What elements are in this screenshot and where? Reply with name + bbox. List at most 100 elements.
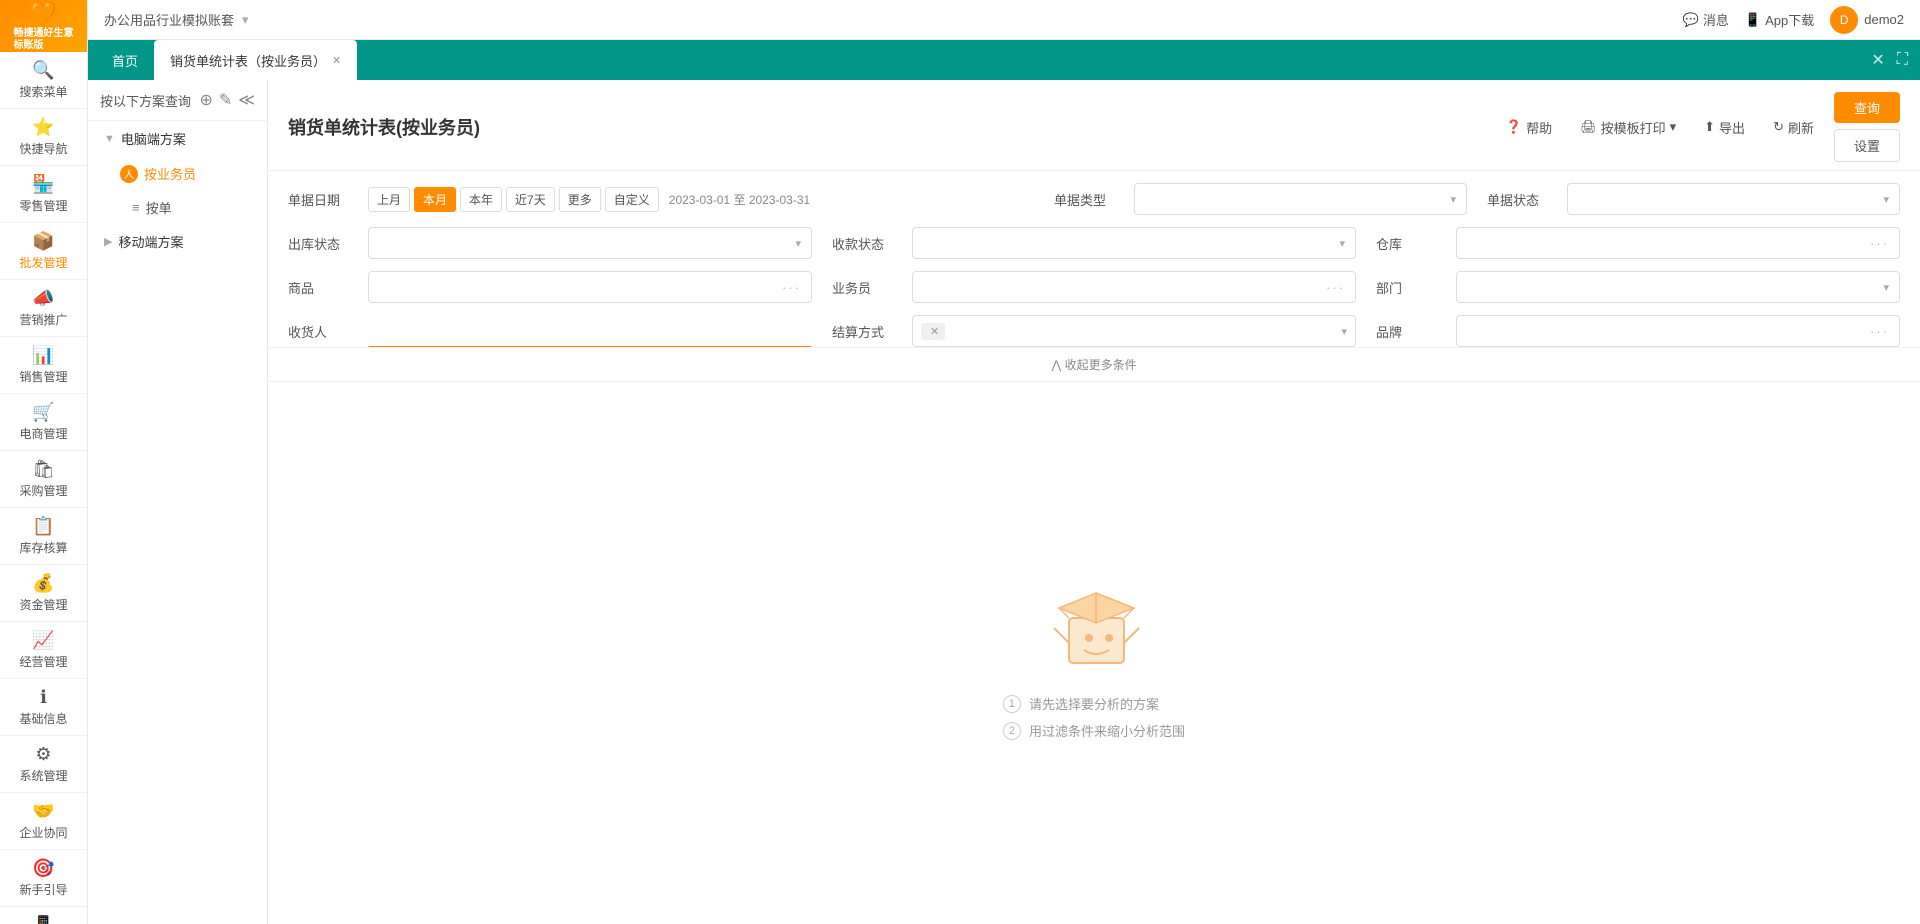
sidebar-item-company[interactable]: 🤝 企业协同: [0, 793, 88, 850]
logo-text: 畅捷通好生意 标账版: [14, 28, 74, 52]
department-chevron-icon: ▾: [1883, 281, 1889, 294]
sidebar-item-business[interactable]: 📈 经营管理: [0, 622, 88, 679]
order-item-label: 按单: [146, 198, 172, 217]
sidebar-item-finance[interactable]: 💰 资金管理: [0, 565, 88, 622]
sidebar-item-search[interactable]: 🔍 搜索菜单: [0, 52, 88, 109]
page-title-bar: 销货单统计表(按业务员) ❓ 帮助 🖨 按模板打印 ▾ ⬆ 导出: [268, 80, 1920, 171]
settings-button[interactable]: 设置: [1834, 129, 1900, 162]
sidebar-item-newbie[interactable]: 🎯 新手引导: [0, 850, 88, 907]
left-panel-title: 按以下方案查询: [100, 91, 191, 110]
receiver-input[interactable]: [368, 315, 812, 347]
filter-row-4: 收货人 结算方式 ✕ ▾: [288, 315, 1900, 347]
sidebar-item-wholesale[interactable]: 📦 批发管理: [0, 223, 88, 280]
print-dropdown-icon: ▾: [1670, 119, 1677, 135]
goods-select[interactable]: ···: [368, 271, 812, 303]
sidebar-item-ecommerce[interactable]: 🛒 电商管理: [0, 394, 88, 451]
tab-close-icon[interactable]: ✕: [332, 54, 341, 67]
tab-sales-stat[interactable]: 销货单统计表（按业务员） ✕: [154, 40, 357, 80]
sales-icon: 📊: [4, 345, 84, 366]
folder-label: 电脑端方案: [121, 129, 186, 148]
home-tab-label: 首页: [112, 51, 138, 70]
tree-folder-mobile[interactable]: ▶ 移动端方案: [88, 224, 267, 259]
export-button[interactable]: ⬆ 导出: [1696, 114, 1753, 141]
help-button[interactable]: ❓ 帮助: [1498, 114, 1560, 141]
sidebar-item-appcenter[interactable]: 📱 应用中心: [0, 907, 88, 924]
purchase-icon: 🛍: [4, 459, 84, 480]
settlement-tag-close-icon[interactable]: ✕: [930, 325, 939, 338]
basic-icon: ℹ: [4, 687, 84, 708]
system-icon: ⚙: [4, 744, 84, 765]
empty-state: 1 请先选择要分析的方案 2 用过滤条件来缩小分析范围: [268, 382, 1920, 924]
sidebar-item-inventory[interactable]: 📋 库存核算: [0, 508, 88, 565]
edit-scheme-button[interactable]: ✎: [219, 90, 232, 110]
filter-section: 单据日期 上月 本月 本年 近7天 更多 自定义 2023-03-01 至 20…: [268, 171, 1920, 382]
date-label: 单据日期: [288, 190, 368, 209]
order-item-icon: ≡: [132, 200, 140, 215]
more-btn[interactable]: 更多: [559, 187, 601, 212]
help-icon: ❓: [1506, 119, 1522, 135]
tree-item-by-salesperson[interactable]: 人 按业务员: [88, 156, 267, 191]
template-print-button[interactable]: 🖨 按模板打印 ▾: [1572, 114, 1684, 141]
warehouse-select[interactable]: ···: [1456, 227, 1900, 259]
filter-row-2: 出库状态 ▾ 收款状态 ▾: [288, 227, 1900, 259]
salesperson-control: ···: [912, 271, 1356, 303]
date-buttons: 上月 本月 本年 近7天 更多 自定义: [368, 187, 659, 212]
brand-select[interactable]: ···: [1456, 315, 1900, 347]
refresh-button[interactable]: ↻ 刷新: [1765, 114, 1822, 141]
settlement-tag: ✕: [921, 323, 945, 340]
appcenter-icon: 📱: [4, 915, 84, 924]
tab-home[interactable]: 首页: [96, 40, 154, 80]
doc-type-control: ▾: [1134, 183, 1467, 215]
collapse-scheme-button[interactable]: ≪: [238, 90, 255, 110]
sidebar-item-purchase[interactable]: 🛍 采购管理: [0, 451, 88, 508]
tab-maximize-icon[interactable]: ⛶: [1893, 47, 1912, 73]
add-scheme-button[interactable]: ⊕: [199, 90, 212, 110]
query-button[interactable]: 查询: [1834, 92, 1900, 123]
payment-status-chevron-icon: ▾: [1339, 237, 1345, 250]
last-month-btn[interactable]: 上月: [368, 187, 410, 212]
salesperson-item-label: 按业务员: [144, 164, 196, 183]
settlement-control: ✕ ▾: [912, 315, 1356, 347]
sidebar-item-basic[interactable]: ℹ 基础信息: [0, 679, 88, 736]
user-menu-button[interactable]: D demo2: [1830, 6, 1904, 34]
receiver-label: 收货人: [288, 322, 368, 341]
top-header-left: 办公用品行业模拟账套 ▾: [104, 10, 249, 29]
folder-expand-icon: ▼: [104, 133, 115, 145]
sidebar-item-sales[interactable]: 📊 销售管理: [0, 337, 88, 394]
date-filter-control: 上月 本月 本年 近7天 更多 自定义 2023-03-01 至 2023-03…: [368, 187, 1034, 212]
department-control: ▾: [1456, 271, 1900, 303]
last7-btn[interactable]: 近7天: [506, 187, 555, 212]
collapse-button[interactable]: ⋀ 收起更多条件: [268, 347, 1920, 381]
doc-type-select[interactable]: ▾: [1134, 183, 1467, 215]
messages-button[interactable]: 💬 消息: [1683, 10, 1729, 29]
salesperson-select[interactable]: ···: [912, 271, 1356, 303]
dropdown-chevron-icon[interactable]: ▾: [242, 12, 249, 28]
hint-num-1: 1: [1003, 695, 1021, 713]
doc-status-select[interactable]: ▾: [1567, 183, 1900, 215]
app-download-button[interactable]: 📱 App下载: [1745, 10, 1814, 29]
star-icon: ⭐: [4, 117, 84, 138]
custom-btn[interactable]: 自定义: [605, 187, 659, 212]
this-year-btn[interactable]: 本年: [460, 187, 502, 212]
payment-status-select[interactable]: ▾: [912, 227, 1356, 259]
tab-minimize-icon[interactable]: ✕: [1867, 46, 1888, 74]
download-icon: 📱: [1745, 12, 1761, 28]
doc-type-chevron-icon: ▾: [1450, 193, 1456, 206]
sidebar-item-retail[interactable]: 🏪 零售管理: [0, 166, 88, 223]
out-status-control: ▾: [368, 227, 812, 259]
settlement-select[interactable]: ✕ ▾: [912, 315, 1356, 347]
out-status-select[interactable]: ▾: [368, 227, 812, 259]
department-select[interactable]: ▾: [1456, 271, 1900, 303]
tree-item-by-order[interactable]: ≡ 按单: [88, 191, 267, 224]
warehouse-control: ···: [1456, 227, 1900, 259]
tree-folder-pc[interactable]: ▼ 电脑端方案: [88, 121, 267, 156]
export-icon: ⬆: [1704, 119, 1715, 135]
sidebar-item-system[interactable]: ⚙ 系统管理: [0, 736, 88, 793]
sidebar-item-marketing[interactable]: 📣 营销推广: [0, 280, 88, 337]
empty-illustration: [1034, 558, 1154, 678]
this-month-btn[interactable]: 本月: [414, 187, 456, 212]
company-name: 办公用品行业模拟账套: [104, 10, 234, 29]
filter-row-1: 单据日期 上月 本月 本年 近7天 更多 自定义 2023-03-01 至 20…: [288, 183, 1900, 215]
sidebar-item-quick-nav[interactable]: ⭐ 快捷导航: [0, 109, 88, 166]
doc-status-control: ▾: [1567, 183, 1900, 215]
